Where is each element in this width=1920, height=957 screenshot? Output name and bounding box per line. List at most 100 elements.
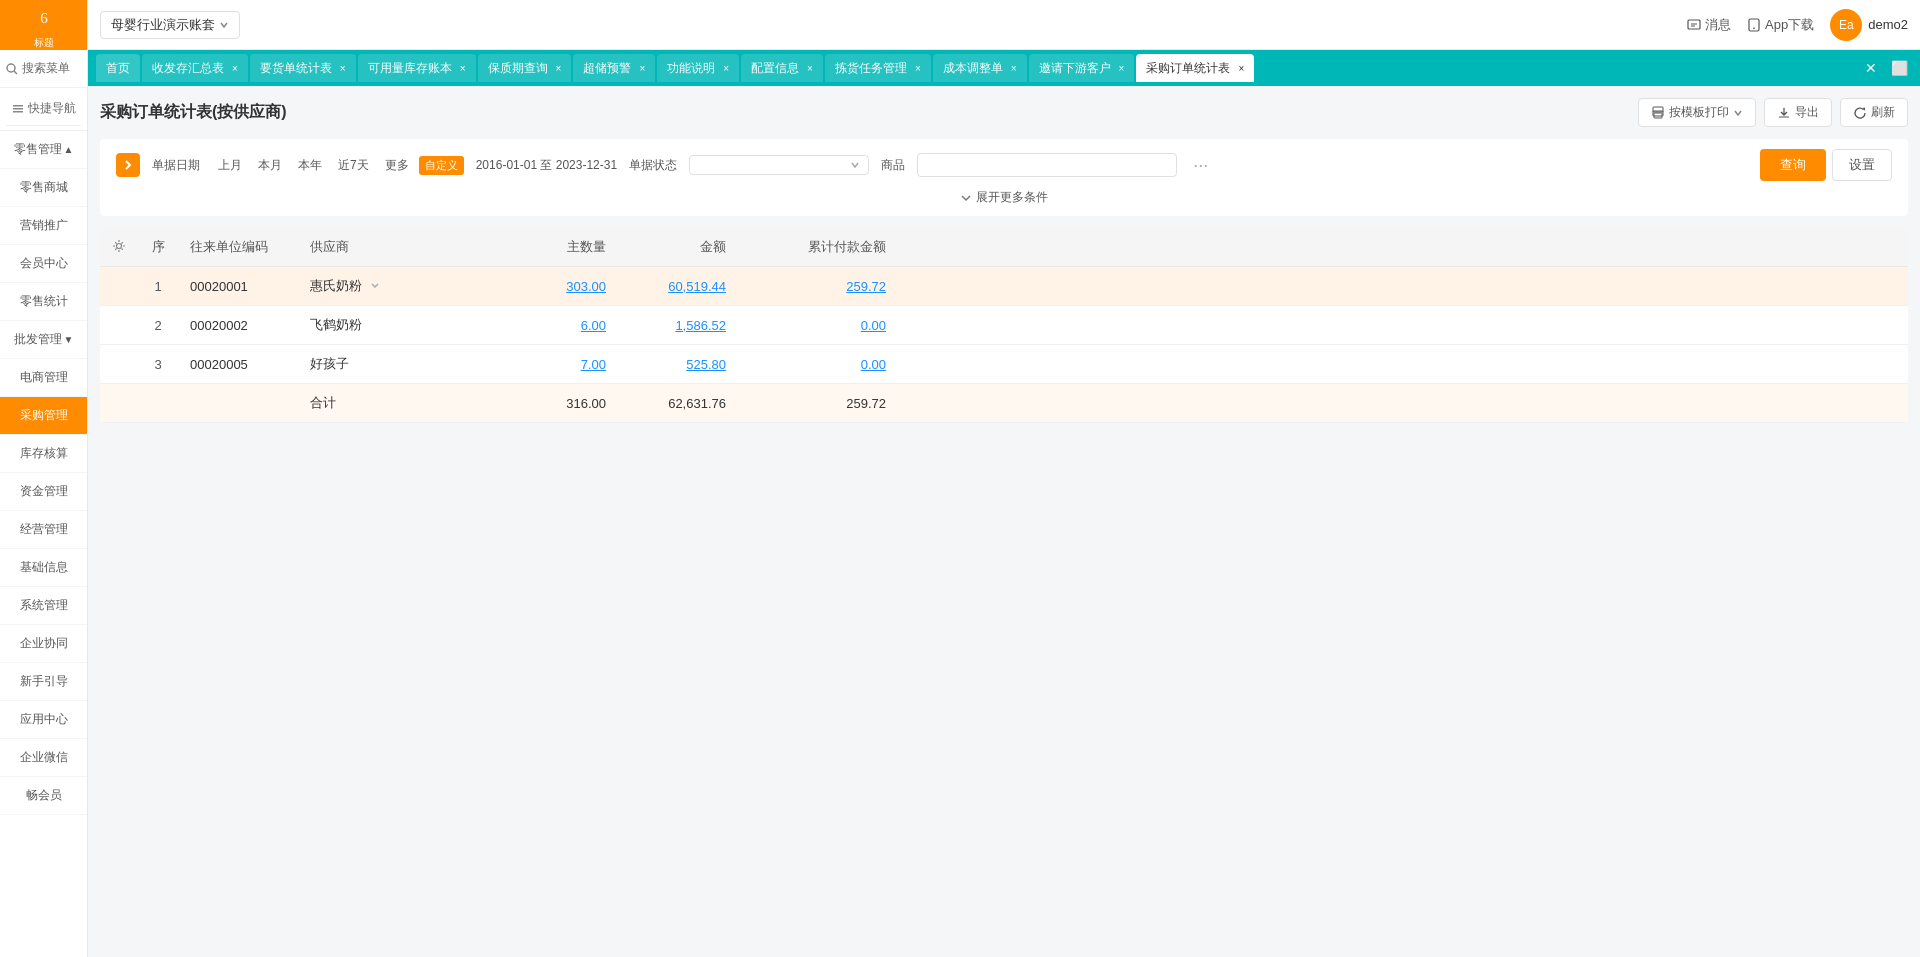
sidebar: 6 标题 搜索菜单 快捷导航 零售管理 ▲ 零售商城 营销推广 会员中心 零售统…	[0, 0, 88, 957]
user-avatar: Ea	[1830, 9, 1862, 41]
tab-close-icon[interactable]: ×	[340, 63, 346, 74]
settings-button[interactable]: 设置	[1832, 149, 1892, 181]
tab-close-icon[interactable]: ×	[232, 63, 238, 74]
tab-close-icon[interactable]: ×	[1119, 63, 1125, 74]
date-filter-label: 单据日期	[152, 157, 200, 174]
td-main-qty[interactable]: 303.00	[498, 267, 618, 306]
supplier-name: 惠氏奶粉	[310, 278, 362, 293]
tab-overstock-alert[interactable]: 超储预警 ×	[573, 54, 655, 82]
td-paid-amount[interactable]: 0.00	[738, 306, 898, 345]
td-paid-amount[interactable]: 259.72	[738, 267, 898, 306]
svg-rect-5	[13, 108, 23, 110]
sidebar-item-enterprise-coop[interactable]: 企业协同	[0, 625, 87, 663]
sidebar-item-purchase-mgmt[interactable]: 采购管理	[0, 397, 87, 435]
query-button[interactable]: 查询	[1760, 149, 1826, 181]
sidebar-item-inventory[interactable]: 库存核算	[0, 435, 87, 473]
tab-purchase-order-stats[interactable]: 采购订单统计表 ×	[1136, 54, 1254, 82]
message-button[interactable]: 消息	[1687, 16, 1731, 34]
table-row[interactable]: 1 00020001 惠氏奶粉 303.00 60,519.44 259.72	[100, 267, 1908, 306]
sidebar-item-marketing[interactable]: 营销推广	[0, 207, 87, 245]
expand-icon	[960, 192, 972, 204]
td-amount[interactable]: 525.80	[618, 345, 738, 384]
user-menu[interactable]: Ea demo2	[1830, 9, 1908, 41]
expand-more-button[interactable]: 展开更多条件	[960, 189, 1048, 206]
date-custom-btn[interactable]: 自定义	[419, 156, 464, 175]
tab-pick-task[interactable]: 拣货任务管理 ×	[825, 54, 931, 82]
date-last-month-btn[interactable]: 上月	[212, 155, 248, 176]
tab-close-icon[interactable]: ×	[1238, 63, 1244, 74]
tabbar: 首页 收发存汇总表 × 要货单统计表 × 可用量库存账本 × 保质期查询 × 超…	[88, 50, 1920, 86]
sidebar-item-system-mgmt[interactable]: 系统管理	[0, 587, 87, 625]
tab-home[interactable]: 首页	[96, 54, 140, 82]
sidebar-item-retail-shop[interactable]: 零售商城	[0, 169, 87, 207]
chevron-right-icon	[122, 159, 134, 171]
tab-close-icon[interactable]: ×	[807, 63, 813, 74]
date-this-year-btn[interactable]: 本年	[292, 155, 328, 176]
tab-available-stock[interactable]: 可用量库存账本 ×	[358, 54, 476, 82]
date-7days-btn[interactable]: 近7天	[332, 155, 375, 176]
sidebar-item-operations[interactable]: 经营管理	[0, 511, 87, 549]
td-code-summary	[178, 384, 298, 423]
tab-close-icon[interactable]: ×	[1011, 63, 1017, 74]
quick-nav-button[interactable]: 快捷导航	[6, 92, 81, 126]
tab-label: 要货单统计表	[260, 60, 332, 77]
sidebar-item-retail-stats[interactable]: 零售统计	[0, 283, 87, 321]
tab-goods-stats[interactable]: 要货单统计表 ×	[250, 54, 356, 82]
tab-receive-summary[interactable]: 收发存汇总表 ×	[142, 54, 248, 82]
sidebar-item-app-center[interactable]: 应用中心	[0, 701, 87, 739]
sidebar-item-enterprise-wechat[interactable]: 企业微信	[0, 739, 87, 777]
topbar: 母婴行业演示账套 消息 App下载 Ea demo2	[88, 0, 1920, 50]
tab-function-desc[interactable]: 功能说明 ×	[657, 54, 739, 82]
td-amount[interactable]: 60,519.44	[618, 267, 738, 306]
tab-close-icon[interactable]: ×	[639, 63, 645, 74]
more-options-button[interactable]: ···	[1189, 155, 1212, 176]
tab-maximize-button[interactable]: ⬜	[1887, 58, 1912, 78]
username-label: demo2	[1868, 17, 1908, 32]
tab-expiry-query[interactable]: 保质期查询 ×	[478, 54, 572, 82]
tab-close-icon[interactable]: ×	[460, 63, 466, 74]
tab-cost-adjust[interactable]: 成本调整单 ×	[933, 54, 1027, 82]
table-row[interactable]: 3 00020005 好孩子 7.00 525.80 0.00	[100, 345, 1908, 384]
account-dropdown[interactable]: 母婴行业演示账套	[100, 11, 240, 39]
td-check	[100, 345, 138, 384]
sidebar-item-finance-mgmt[interactable]: 资金管理	[0, 473, 87, 511]
status-filter-label: 单据状态	[629, 157, 677, 174]
svg-text:6: 6	[40, 10, 48, 26]
tab-invite-downstream[interactable]: 邀请下游客户 ×	[1029, 54, 1135, 82]
sidebar-item-vip-member[interactable]: 畅会员	[0, 777, 87, 815]
tab-close-icon[interactable]: ×	[915, 63, 921, 74]
td-main-qty[interactable]: 7.00	[498, 345, 618, 384]
refresh-button[interactable]: 刷新	[1840, 98, 1908, 127]
expand-row-icon[interactable]	[370, 280, 380, 290]
date-this-month-btn[interactable]: 本月	[252, 155, 288, 176]
table-row[interactable]: 2 00020002 飞鹤奶粉 6.00 1,586.52 0.00	[100, 306, 1908, 345]
sidebar-item-retail-mgmt[interactable]: 零售管理 ▲	[0, 131, 87, 169]
td-paid-amount[interactable]: 0.00	[738, 345, 898, 384]
sidebar-item-basic-info[interactable]: 基础信息	[0, 549, 87, 587]
svg-line-3	[14, 71, 17, 74]
table-header-row: 序 往来单位编码 供应商 主数量 金额	[100, 228, 1908, 267]
supplier-name: 飞鹤奶粉	[310, 317, 362, 332]
tab-close-icon[interactable]: ×	[723, 63, 729, 74]
tab-config-info[interactable]: 配置信息 ×	[741, 54, 823, 82]
main-area: 母婴行业演示账套 消息 App下载 Ea demo2 首页	[88, 0, 1920, 957]
sidebar-item-new-guide[interactable]: 新手引导	[0, 663, 87, 701]
print-button[interactable]: 按模板打印	[1638, 98, 1756, 127]
sidebar-item-member-center[interactable]: 会员中心	[0, 245, 87, 283]
tab-close-icon[interactable]: ×	[556, 63, 562, 74]
tab-label: 保质期查询	[488, 60, 548, 77]
svg-point-2	[7, 64, 15, 72]
td-amount[interactable]: 1,586.52	[618, 306, 738, 345]
app-download-button[interactable]: App下载	[1747, 16, 1814, 34]
sidebar-item-ecommerce-mgmt[interactable]: 电商管理	[0, 359, 87, 397]
status-select[interactable]	[689, 155, 869, 175]
td-main-qty[interactable]: 6.00	[498, 306, 618, 345]
date-more-btn[interactable]: 更多	[379, 155, 415, 176]
tab-close-all-button[interactable]: ✕	[1861, 58, 1881, 78]
search-menu-button[interactable]: 搜索菜单	[6, 56, 81, 81]
sidebar-item-wholesale-mgmt[interactable]: 批发管理 ▼	[0, 321, 87, 359]
goods-input[interactable]	[917, 153, 1177, 177]
export-button[interactable]: 导出	[1764, 98, 1832, 127]
td-supplier: 飞鹤奶粉	[298, 306, 498, 345]
filter-toggle-button[interactable]	[116, 153, 140, 177]
